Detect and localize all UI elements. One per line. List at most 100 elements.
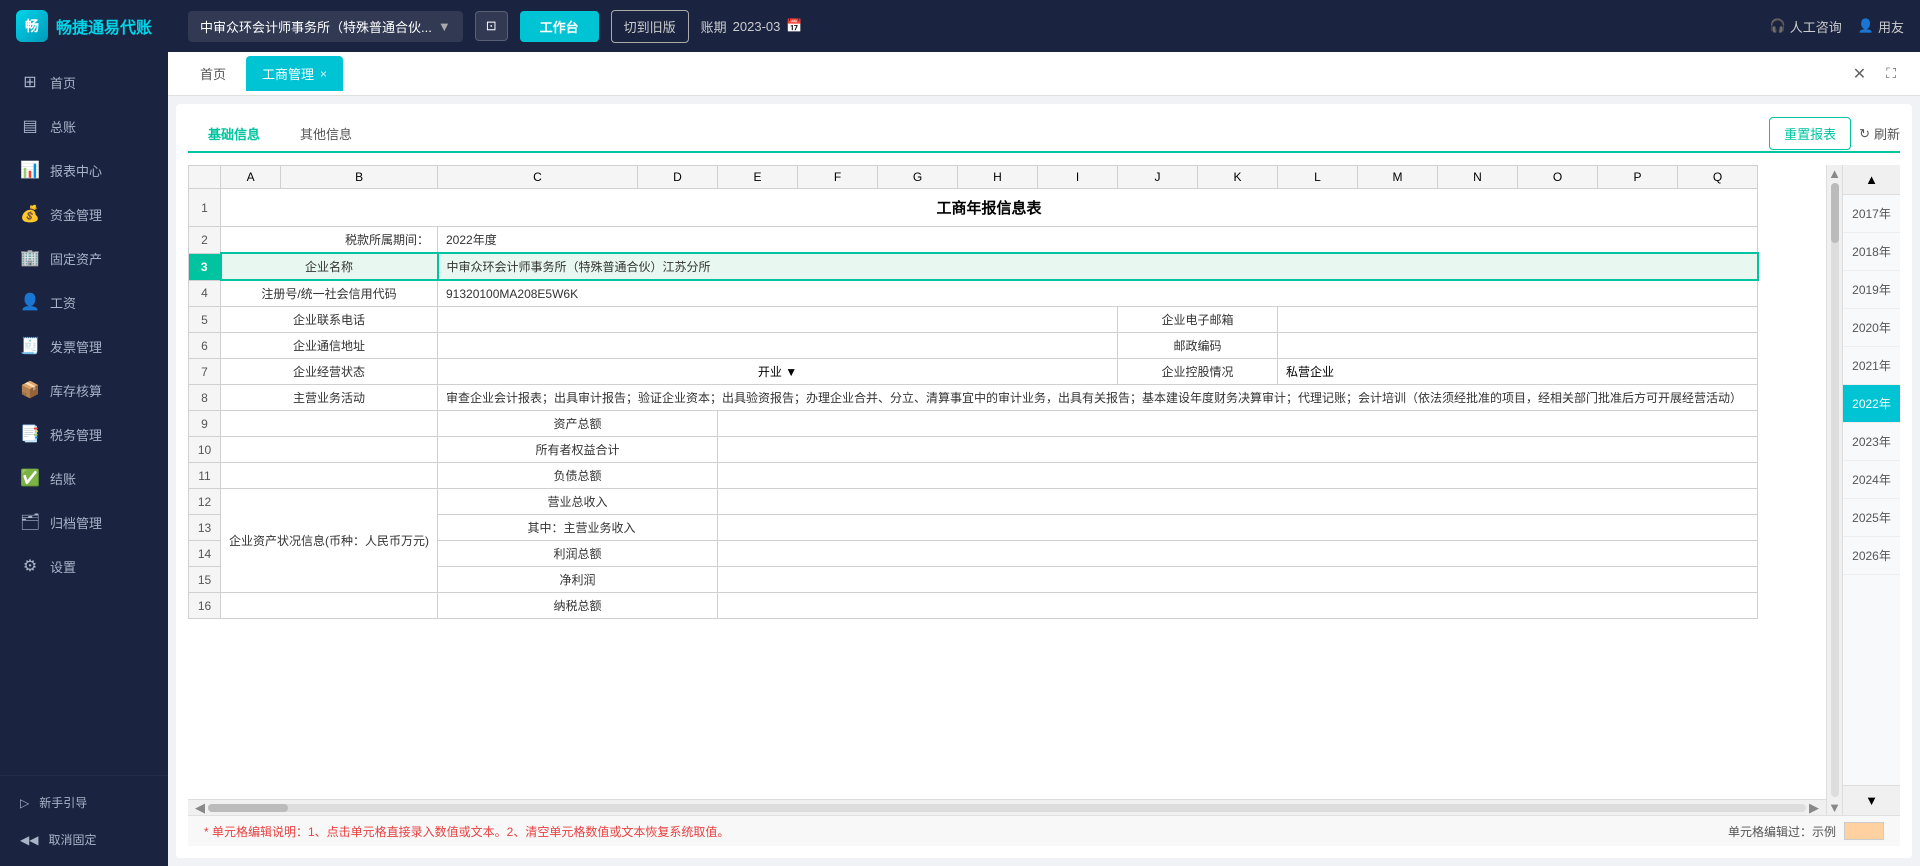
h-scrollbar[interactable]: ◀ ▶ — [188, 799, 1826, 815]
col-header-q[interactable]: Q — [1678, 166, 1758, 189]
col-header-f[interactable]: F — [798, 166, 878, 189]
sidebar-label-ledger: 总账 — [50, 117, 76, 136]
sidebar-item-closing[interactable]: ✅ 结账 — [0, 456, 168, 500]
table-row: 3 企业名称 中审众环会计师事务所（特殊普通合伙）江苏分所 — [189, 253, 1758, 280]
year-item-2017[interactable]: 2017年 — [1843, 195, 1900, 233]
col-header-m[interactable]: M — [1358, 166, 1438, 189]
main-biz-value-cell[interactable]: 审查企业会计报表；出具审计报告；验证企业资本；出具验资报告；办理企业合并、分立、… — [438, 385, 1758, 411]
col-header-a[interactable]: A — [221, 166, 281, 189]
phone-value-cell[interactable] — [438, 307, 1118, 333]
sidebar-item-ledger[interactable]: ▤ 总账 — [0, 104, 168, 148]
col-header-b[interactable]: B — [281, 166, 438, 189]
sidebar-label-home: 首页 — [50, 73, 76, 92]
holding-value-cell[interactable]: 私营企业 — [1278, 359, 1758, 385]
col-header-h[interactable]: H — [958, 166, 1038, 189]
biz-status-value-cell[interactable]: 开业 ▼ — [438, 359, 1118, 385]
col-header-j[interactable]: J — [1118, 166, 1198, 189]
email-value-cell[interactable] — [1278, 307, 1758, 333]
settings-icon: ⚙ — [20, 556, 40, 576]
year-sidebar-nav-down[interactable]: ▼ — [1843, 785, 1900, 815]
sidebar-item-tax[interactable]: 📑 税务管理 — [0, 412, 168, 456]
year-item-2021[interactable]: 2021年 — [1843, 347, 1900, 385]
sidebar-item-archive[interactable]: 🗂 归档管理 — [0, 500, 168, 544]
sidebar-item-newuser[interactable]: ▷ 新手引导 — [0, 784, 168, 821]
table-row: 7 企业经营状态 开业 ▼ 企业控股情况 私营企业 — [189, 359, 1758, 385]
tab-home[interactable]: 首页 — [184, 56, 242, 91]
sheet-title-cell[interactable]: 工商年报信息表 — [221, 189, 1758, 227]
equity-value-cell[interactable] — [718, 437, 1758, 463]
net-profit-value[interactable] — [718, 567, 1758, 593]
regnum-value-cell[interactable]: 91320100MA208E5W6K — [438, 280, 1758, 307]
profit-value[interactable] — [718, 541, 1758, 567]
h-scroll-thumb[interactable] — [208, 804, 288, 812]
sidebar-item-reports[interactable]: 📊 报表中心 — [0, 148, 168, 192]
total-revenue-value[interactable] — [718, 489, 1758, 515]
col-header-n[interactable]: N — [1438, 166, 1518, 189]
col-header-c[interactable]: C — [438, 166, 638, 189]
address-value-cell[interactable] — [438, 333, 1118, 359]
v-scroll-thumb[interactable] — [1831, 183, 1839, 243]
sidebar-item-settings[interactable]: ⚙ 设置 — [0, 544, 168, 588]
assets-value-cell[interactable] — [718, 411, 1758, 437]
sidebar-label-wages: 工资 — [50, 293, 76, 312]
sub-tab-basic[interactable]: 基础信息 — [188, 116, 280, 153]
year-item-2025[interactable]: 2025年 — [1843, 499, 1900, 537]
switch-version-button[interactable]: 切到旧版 — [611, 10, 689, 43]
user-menu[interactable]: 👤 用友 — [1858, 17, 1904, 36]
year-item-2020[interactable]: 2020年 — [1843, 309, 1900, 347]
year-item-2024[interactable]: 2024年 — [1843, 461, 1900, 499]
period-value-cell[interactable]: 2022年度 — [438, 227, 1758, 254]
year-item-2019[interactable]: 2019年 — [1843, 271, 1900, 309]
sub-tabs: 基础信息 其他信息 重置报表 ↻ 刷新 — [188, 116, 1900, 153]
col-header-e[interactable]: E — [718, 166, 798, 189]
col-header-p[interactable]: P — [1598, 166, 1678, 189]
year-item-2022[interactable]: 2022年 — [1843, 385, 1900, 423]
panel-close-button[interactable]: ✕ — [1845, 60, 1874, 88]
col-header-i[interactable]: I — [1038, 166, 1118, 189]
col-header-k[interactable]: K — [1198, 166, 1278, 189]
sidebar-item-home[interactable]: ⊞ 首页 — [0, 60, 168, 104]
panel-expand-button[interactable]: ⛶ — [1878, 61, 1904, 86]
col-header-o[interactable]: O — [1518, 166, 1598, 189]
sidebar-item-wages[interactable]: 👤 工资 — [0, 280, 168, 324]
sidebar-item-inventory[interactable]: 📦 库存核算 — [0, 368, 168, 412]
v-scrollbar[interactable]: ▲ ▼ — [1826, 165, 1842, 815]
refresh-button[interactable]: ↻ 刷新 — [1859, 124, 1900, 143]
reset-report-button[interactable]: 重置报表 — [1769, 117, 1851, 150]
workbench-button[interactable]: 工作台 — [520, 11, 599, 42]
sidebar-item-finance[interactable]: 💰 资金管理 — [0, 192, 168, 236]
h-scroll-right[interactable]: ▶ — [1806, 800, 1822, 816]
year-sidebar-nav-up[interactable]: ▲ — [1843, 165, 1900, 195]
sidebar-item-unpin[interactable]: ◀◀ 取消固定 — [0, 821, 168, 858]
row-num-2: 2 — [189, 227, 221, 254]
v-scroll-up[interactable]: ▲ — [1827, 165, 1843, 181]
liability-value-cell[interactable] — [718, 463, 1758, 489]
service-button[interactable]: 🎧 人工咨询 — [1770, 17, 1842, 36]
year-item-2026[interactable]: 2026年 — [1843, 537, 1900, 575]
sidebar-item-assets[interactable]: 🏢 固定资产 — [0, 236, 168, 280]
year-item-2023[interactable]: 2023年 — [1843, 423, 1900, 461]
spreadsheet-main: A B C D E F G H I J — [188, 165, 1826, 815]
table-row: 5 企业联系电话 企业电子邮箱 — [189, 307, 1758, 333]
sidebar-label-newuser: 新手引导 — [39, 794, 87, 811]
company-name-value-cell[interactable]: 中审众环会计师事务所（特殊普通合伙）江苏分所 — [438, 253, 1758, 280]
year-item-2018[interactable]: 2018年 — [1843, 233, 1900, 271]
tab-industrial[interactable]: 工商管理 × — [246, 56, 343, 91]
calendar-icon[interactable]: 📅 — [786, 18, 802, 34]
copy-button[interactable]: ⊡ — [475, 11, 508, 41]
biz-status-label-cell: 企业经营状态 — [221, 359, 438, 385]
tab-close-button[interactable]: × — [320, 67, 327, 81]
sidebar-item-invoice[interactable]: 🧾 发票管理 — [0, 324, 168, 368]
tax-total-value[interactable] — [718, 593, 1758, 619]
spreadsheet-inner[interactable]: A B C D E F G H I J — [188, 165, 1826, 799]
main-revenue-value[interactable] — [718, 515, 1758, 541]
h-scroll-left[interactable]: ◀ — [192, 800, 208, 816]
company-selector[interactable]: 中审众环会计师事务所（特殊普通合伙... ▼ — [188, 11, 463, 42]
v-scroll-down[interactable]: ▼ — [1827, 799, 1843, 815]
sub-tab-other[interactable]: 其他信息 — [280, 116, 372, 153]
app-logo: 畅 畅捷通易代账 — [16, 10, 176, 42]
col-header-d[interactable]: D — [638, 166, 718, 189]
col-header-l[interactable]: L — [1278, 166, 1358, 189]
col-header-g[interactable]: G — [878, 166, 958, 189]
postcode-value-cell[interactable] — [1278, 333, 1758, 359]
